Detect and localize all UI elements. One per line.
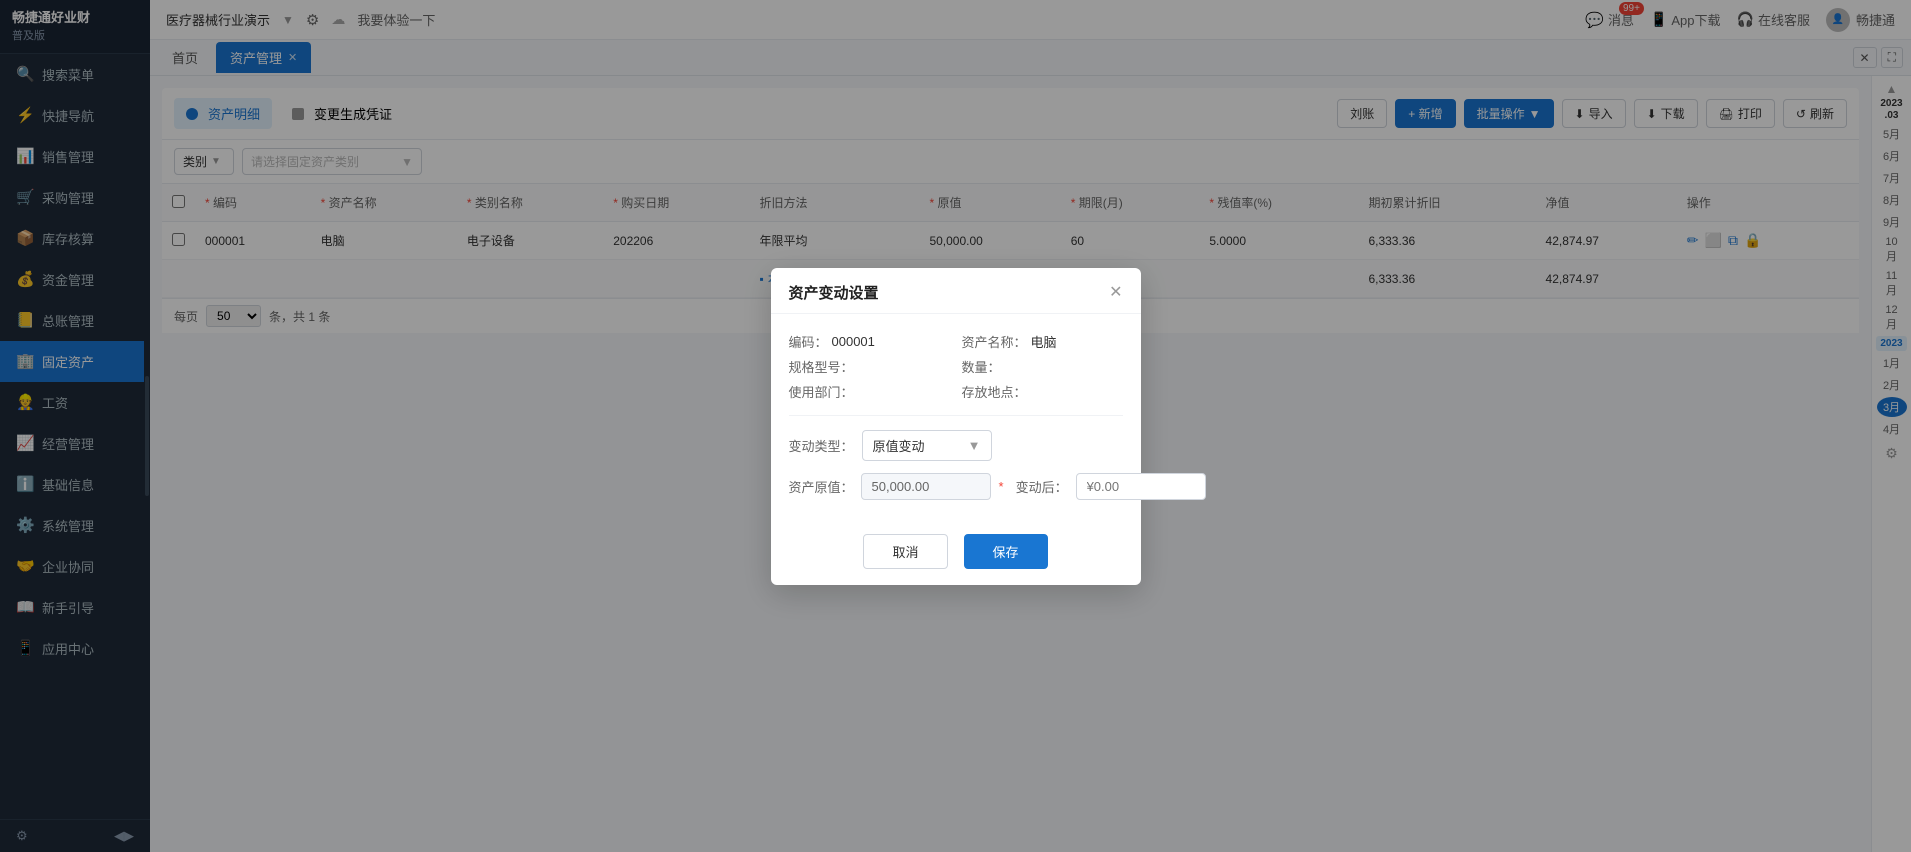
modal-cancel-label: 取消 — [892, 545, 918, 560]
modal-name-value: 电脑 — [1031, 332, 1057, 351]
modal-name-row: 资产名称： 电脑 — [962, 332, 1123, 351]
modal-change-type-label: 变动类型： — [789, 436, 854, 455]
modal-footer: 取消 保存 — [771, 524, 1141, 585]
modal-location-row: 存放地点： — [962, 382, 1123, 401]
asset-change-modal: 资产变动设置 ✕ 编码： 000001 资产名称： 电脑 规格型号： 数量： — [771, 268, 1141, 585]
modal-location-label: 存放地点： — [962, 382, 1027, 401]
modal-title: 资产变动设置 — [789, 282, 879, 303]
modal-code-value: 000001 — [832, 334, 875, 349]
modal-code-label: 编码： — [789, 332, 828, 351]
modal-change-type-value: 原值变动 — [873, 436, 925, 455]
modal-original-value-input[interactable] — [861, 473, 991, 500]
modal-save-label: 保存 — [993, 545, 1019, 560]
modal-dept-label: 使用部门： — [789, 382, 854, 401]
modal-header: 资产变动设置 ✕ — [771, 268, 1141, 314]
modal-qty-label: 数量： — [962, 357, 1001, 376]
modal-required-star: * — [999, 479, 1004, 494]
modal-save-button[interactable]: 保存 — [964, 534, 1048, 569]
modal-spec-row: 规格型号： — [789, 357, 950, 376]
modal-name-label: 资产名称： — [962, 332, 1027, 351]
modal-body: 编码： 000001 资产名称： 电脑 规格型号： 数量： 使用部门： — [771, 314, 1141, 524]
modal-change-type-arrow: ▼ — [968, 438, 981, 453]
modal-original-value-label: 资产原值： — [789, 477, 853, 496]
modal-overlay: 资产变动设置 ✕ 编码： 000001 资产名称： 电脑 规格型号： 数量： — [0, 0, 1911, 852]
modal-dept-row: 使用部门： — [789, 382, 950, 401]
modal-original-value-row: 资产原值： * 变动后： — [789, 473, 1123, 500]
modal-divider — [789, 415, 1123, 416]
modal-close-icon[interactable]: ✕ — [1109, 282, 1122, 302]
modal-spec-label: 规格型号： — [789, 357, 854, 376]
modal-after-value-input[interactable] — [1076, 473, 1206, 500]
modal-change-type-row: 变动类型： 原值变动 ▼ — [789, 430, 1123, 461]
modal-change-type-select[interactable]: 原值变动 ▼ — [862, 430, 992, 461]
modal-code-row: 编码： 000001 — [789, 332, 950, 351]
modal-qty-row: 数量： — [962, 357, 1123, 376]
modal-after-label: 变动后： — [1016, 477, 1068, 496]
modal-cancel-button[interactable]: 取消 — [863, 534, 947, 569]
modal-info-grid: 编码： 000001 资产名称： 电脑 规格型号： 数量： 使用部门： — [789, 332, 1123, 401]
